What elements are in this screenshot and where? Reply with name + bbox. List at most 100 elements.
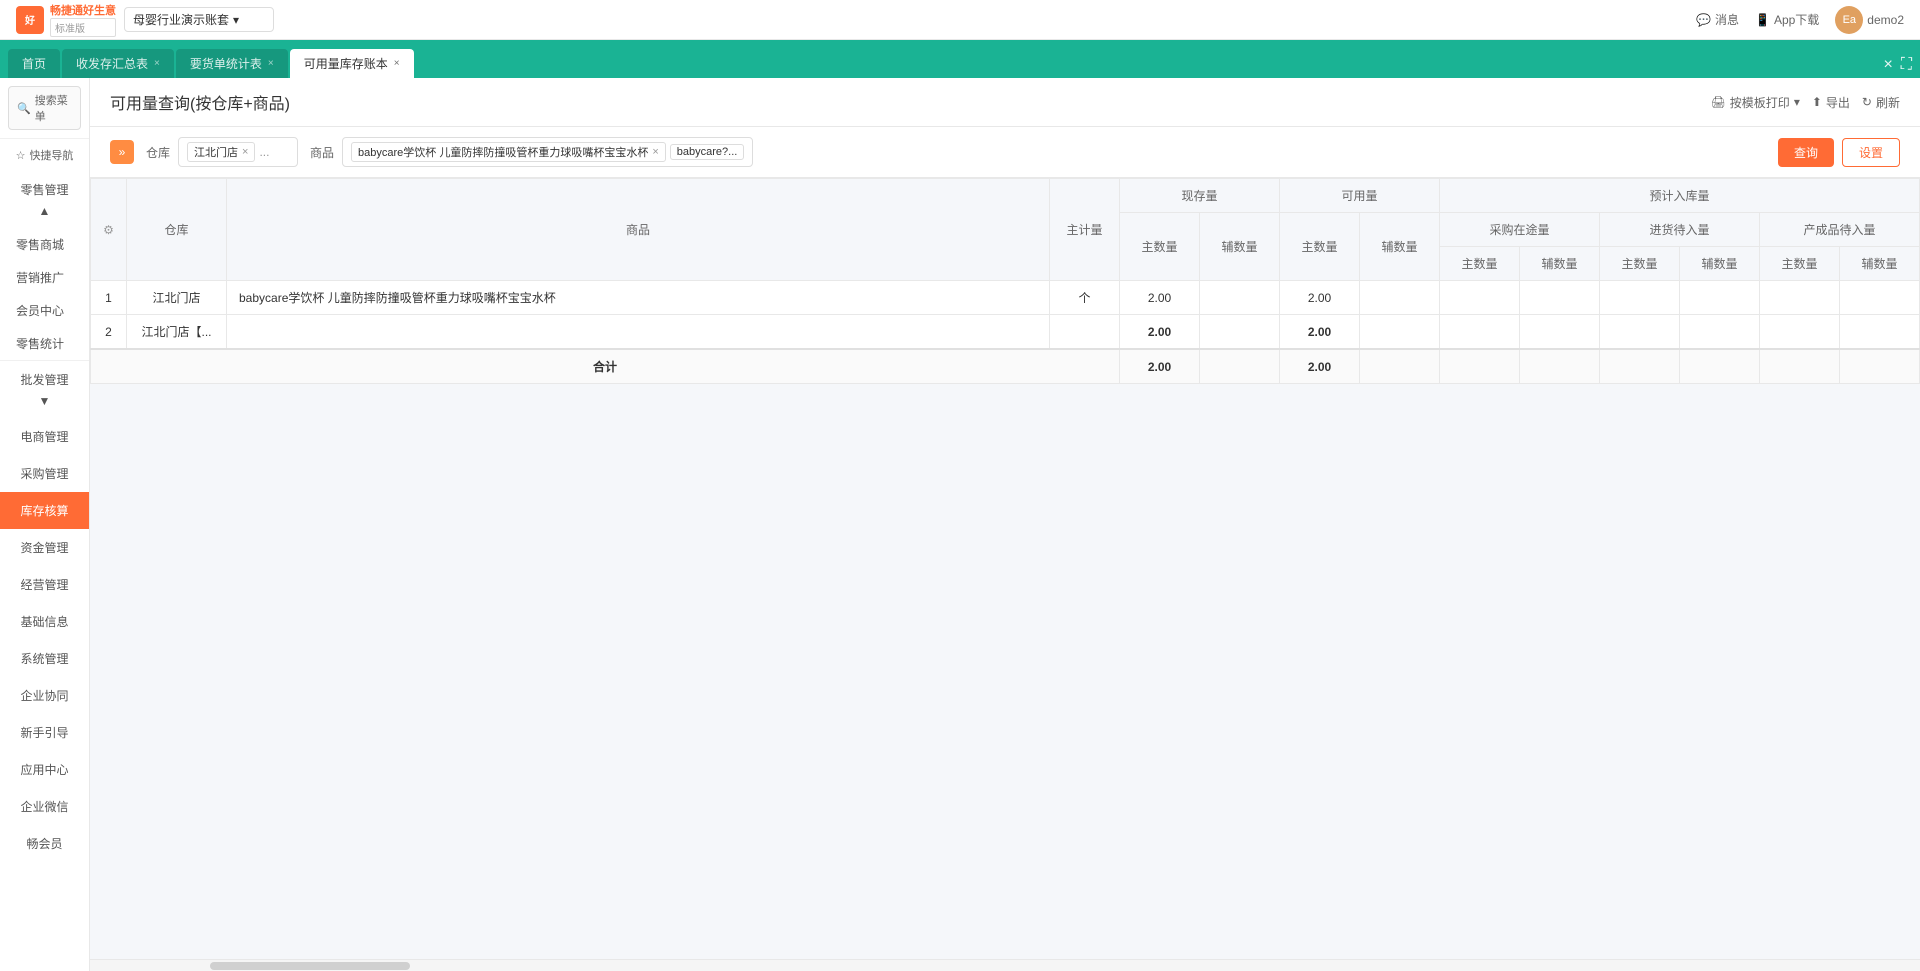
sidebar-item-purchase[interactable]: 采购管理 (0, 455, 89, 492)
sidebar-item-retail-mall[interactable]: 零售商城 (0, 228, 89, 261)
main-layout: 🔍 搜索菜单 ☆ 快捷导航 零售管理 ▲ 零售商城 营销推广 会员中心 零售统计 (0, 78, 1920, 971)
sidebar-item-wholesale-mgmt[interactable]: 批发管理 ▼ (0, 361, 89, 418)
print-button[interactable]: 🖨 按模板打印 ▾ (1711, 94, 1800, 111)
refresh-icon: ↻ (1862, 95, 1872, 109)
total-inbound-aux (1680, 349, 1760, 384)
row-2-inbound-aux (1680, 315, 1760, 350)
total-available-aux (1360, 349, 1440, 384)
total-production-aux (1840, 349, 1920, 384)
quick-nav-button[interactable]: ☆ 快捷导航 (0, 139, 89, 171)
sidebar-item-member-center[interactable]: 会员中心 (0, 294, 89, 327)
th-settings: ⚙ (91, 179, 127, 281)
message-button[interactable]: 💬 消息 (1696, 11, 1739, 28)
th-unit: 主计量 (1050, 179, 1120, 281)
th-current-stock-group: 现存量 (1120, 179, 1280, 213)
tab-available-inventory[interactable]: 可用量库存账本 × (290, 49, 414, 78)
tab-close-order[interactable]: × (268, 58, 274, 69)
print-icon: 🖨 (1711, 95, 1726, 109)
chevron-down-icon: ▼ (39, 394, 51, 408)
tab-home[interactable]: 首页 (8, 49, 60, 78)
warehouse-input[interactable]: 江北门店 × ... (178, 137, 298, 167)
filter-expand-button[interactable]: » (110, 140, 134, 164)
column-settings-icon[interactable]: ⚙ (103, 223, 114, 237)
th-purchase-transit-group: 采购在途量 (1440, 213, 1600, 247)
sidebar-item-system-mgmt[interactable]: 系统管理 (0, 640, 89, 677)
th-purchase-aux: 辅数量 (1520, 247, 1600, 281)
top-bar-left: 好 畅捷通好生意 标准版 母婴行业演示账套 ▾ (16, 2, 274, 37)
tab-bar: 首页 收发存汇总表 × 要货单统计表 × 可用量库存账本 × × ⛶ (0, 40, 1920, 78)
tab-close-receive[interactable]: × (154, 58, 160, 69)
total-inbound-main (1600, 349, 1680, 384)
row-1-product: babycare学饮杯 儿童防摔防撞吸管杯重力球吸嘴杯宝宝水杯 (227, 281, 1050, 315)
top-bar: 好 畅捷通好生意 标准版 母婴行业演示账套 ▾ 💬 消息 📱 App下载 Ea … (0, 0, 1920, 40)
horizontal-scrollbar[interactable] (90, 959, 1920, 971)
sidebar-item-new-guide[interactable]: 新手引导 (0, 714, 89, 751)
total-available-main: 2.00 (1280, 349, 1360, 384)
avatar: Ea (1835, 6, 1863, 34)
refresh-button[interactable]: ↻ 刷新 (1862, 94, 1900, 111)
total-stock-main: 2.00 (1120, 349, 1200, 384)
product-input[interactable]: babycare学饮杯 儿童防摔防撞吸管杯重力球吸嘴杯宝宝水杯 × babyca… (342, 137, 753, 167)
product-tag-1: babycare学饮杯 儿童防摔防撞吸管杯重力球吸嘴杯宝宝水杯 × (351, 142, 666, 162)
warehouse-tag-close[interactable]: × (242, 146, 248, 158)
row-2-purchase-main (1440, 315, 1520, 350)
page-header: 可用量查询(按仓库+商品) 🖨 按模板打印 ▾ ⬆ 导出 ↻ 刷新 (90, 78, 1920, 127)
app-download-button[interactable]: 📱 App下载 (1755, 11, 1819, 28)
fullscreen-button[interactable]: ⛶ (1901, 56, 1912, 74)
row-1-inbound-main (1600, 281, 1680, 315)
sidebar-item-retail-mgmt[interactable]: 零售管理 ▲ (0, 171, 89, 228)
warehouse-filter: 仓库 江北门店 × ... (146, 137, 298, 167)
row-1-unit: 个 (1050, 281, 1120, 315)
page-actions: 🖨 按模板打印 ▾ ⬆ 导出 ↻ 刷新 (1711, 94, 1900, 111)
th-warehouse: 仓库 (127, 179, 227, 281)
th-inbound-aux: 辅数量 (1680, 247, 1760, 281)
tab-close-available[interactable]: × (394, 58, 400, 69)
th-production-pending-group: 产成品待入量 (1760, 213, 1920, 247)
sidebar-item-enterprise-wechat[interactable]: 企业微信 (0, 788, 89, 825)
sidebar-item-finance[interactable]: 资金管理 (0, 529, 89, 566)
logo-icon: 好 (16, 6, 44, 34)
row-1-production-main (1760, 281, 1840, 315)
warehouse-more-button[interactable]: ... (259, 145, 269, 159)
th-production-aux: 辅数量 (1840, 247, 1920, 281)
sidebar-item-retail-stats[interactable]: 零售统计 (0, 327, 89, 360)
sidebar-item-basic-info[interactable]: 基础信息 (0, 603, 89, 640)
table-row: 1 江北门店 babycare学饮杯 儿童防摔防撞吸管杯重力球吸嘴杯宝宝水杯 个… (91, 281, 1920, 315)
nav-icon: ☆ (16, 149, 26, 162)
sidebar-item-member-plus[interactable]: 畅会员 (0, 825, 89, 862)
product-tag-1-close[interactable]: × (652, 146, 658, 158)
sidebar-item-operations[interactable]: 经营管理 (0, 566, 89, 603)
query-button[interactable]: 查询 (1778, 138, 1834, 167)
row-1-stock-aux (1200, 281, 1280, 315)
print-chevron-icon: ▾ (1794, 95, 1800, 109)
tab-order-stats[interactable]: 要货单统计表 × (176, 49, 288, 78)
close-all-tabs-button[interactable]: × (1883, 56, 1892, 74)
sidebar-item-app-center[interactable]: 应用中心 (0, 751, 89, 788)
row-2-inbound-main (1600, 315, 1680, 350)
total-row: 合计 2.00 2.00 (91, 349, 1920, 384)
th-stock-main: 主数量 (1120, 213, 1200, 281)
tenant-selector[interactable]: 母婴行业演示账套 ▾ (124, 7, 274, 32)
th-inbound-pending-group: 进货待入量 (1600, 213, 1760, 247)
product-filter: 商品 babycare学饮杯 儿童防摔防撞吸管杯重力球吸嘴杯宝宝水杯 × bab… (310, 137, 753, 167)
tab-receive-summary[interactable]: 收发存汇总表 × (62, 49, 174, 78)
sidebar-item-marketing[interactable]: 营销推广 (0, 261, 89, 294)
search-icon: 🔍 (17, 102, 31, 115)
sidebar-item-inventory[interactable]: 库存核算 (0, 492, 89, 529)
scroll-thumb[interactable] (210, 962, 410, 970)
search-menu-button[interactable]: 🔍 搜索菜单 (8, 86, 81, 130)
row-2-production-aux (1840, 315, 1920, 350)
row-1-warehouse: 江北门店 (127, 281, 227, 315)
product-tag-2: babycare?... (670, 144, 745, 160)
row-1-inbound-aux (1680, 281, 1760, 315)
row-2-production-main (1760, 315, 1840, 350)
table-row: 2 江北门店【... 2.00 2.00 (91, 315, 1920, 350)
sidebar-item-enterprise-collab[interactable]: 企业协同 (0, 677, 89, 714)
row-2-available-main: 2.00 (1280, 315, 1360, 350)
export-button[interactable]: ⬆ 导出 (1812, 94, 1850, 111)
chevron-down-icon: ▾ (233, 13, 239, 27)
setting-button[interactable]: 设置 (1842, 138, 1900, 167)
th-available-main: 主数量 (1280, 213, 1360, 281)
sidebar-item-ecommerce[interactable]: 电商管理 (0, 418, 89, 455)
user-menu[interactable]: Ea demo2 (1835, 6, 1904, 34)
